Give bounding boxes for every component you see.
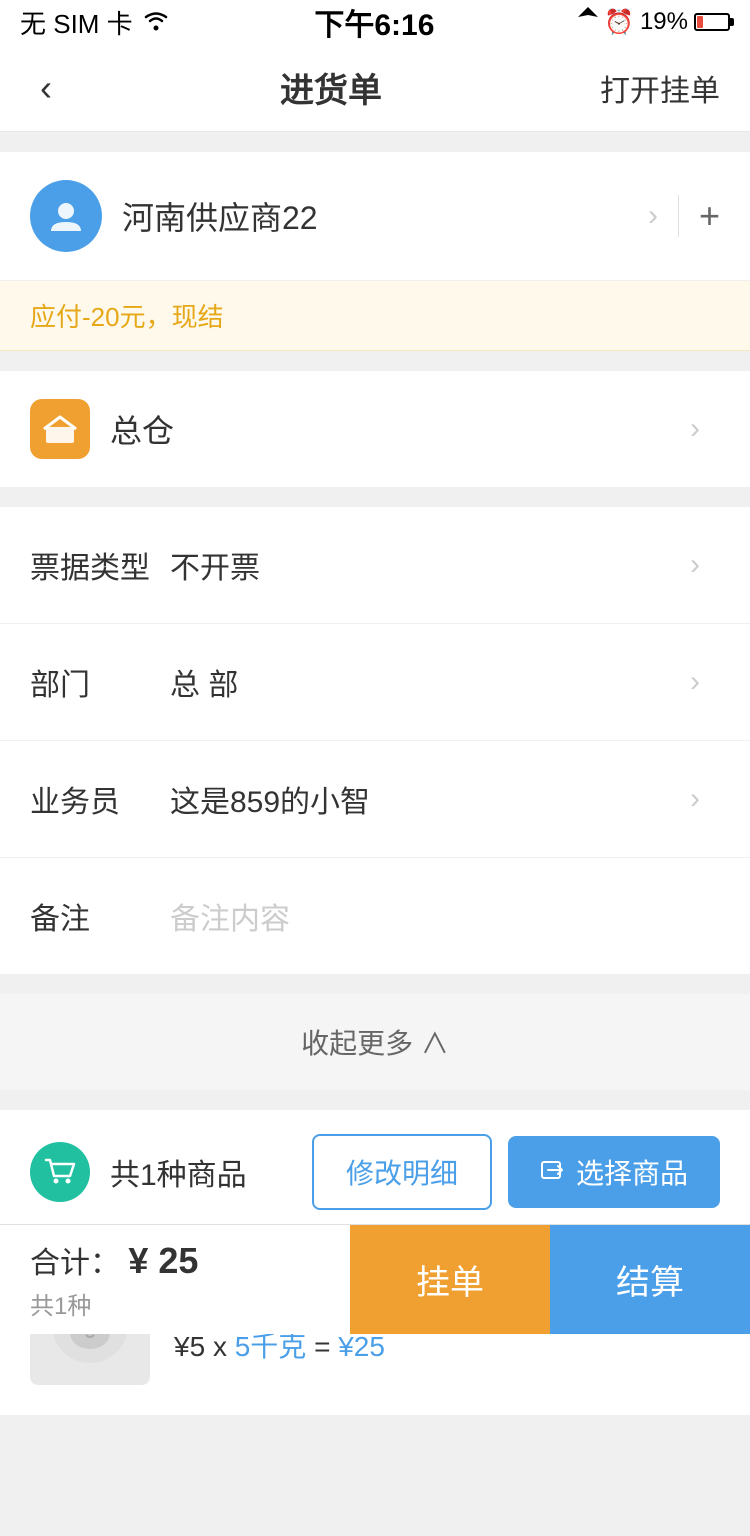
supplier-chevron-icon: › [648,199,658,233]
remark-row[interactable]: 备注 备注内容 [0,858,750,974]
invoice-type-value: 不开票 [170,543,690,587]
select-product-label: 选择商品 [576,1152,688,1192]
product-quantity: 5千克 [235,1331,307,1362]
remark-label: 备注 [30,894,170,938]
total-amount: ¥ 25 [128,1240,198,1281]
edit-detail-button[interactable]: 修改明细 [312,1134,492,1210]
supplier-notice: 应付-20元，现结 [0,281,750,351]
page-title: 进货单 [280,63,382,112]
department-chevron: › [690,665,700,699]
hang-button[interactable]: 挂单 [350,1225,550,1334]
hang-label: 挂单 [416,1255,484,1304]
product-total: ¥25 [338,1331,385,1362]
wifi-icon [141,7,171,38]
warehouse-section: 总仓 › [0,371,750,487]
warehouse-row[interactable]: 总仓 › [0,371,750,487]
status-left: 无 SIM 卡 [20,4,171,41]
supplier-name: 河南供应商22 [122,193,648,239]
location-icon [578,7,598,38]
footer-count: 共1种 [30,1286,320,1321]
product-multiply: x [213,1331,235,1362]
status-time: 下午6:16 [314,0,434,44]
salesperson-value: 这是859的小智 [170,777,690,821]
alarm-icon: ⏰ [604,8,634,37]
battery-percent: 19% [640,8,688,36]
invoice-type-label: 票据类型 [30,543,170,587]
supplier-row[interactable]: 河南供应商22 › + [0,152,750,281]
footer-total: 合计： ¥ 25 共1种 [0,1225,350,1334]
battery-icon [694,13,730,31]
total-label: 合计： [30,1247,120,1280]
supplier-avatar [30,180,102,252]
department-row[interactable]: 部门 总 部 › [0,624,750,741]
salesperson-row[interactable]: 业务员 这是859的小智 › [0,741,750,858]
back-button[interactable]: ‹ [30,57,62,119]
add-supplier-icon[interactable]: + [678,195,720,237]
warehouse-icon [30,399,90,459]
product-count: 共1种商品 [110,1150,312,1194]
footer-total-main: 合计： ¥ 25 [30,1238,320,1282]
checkout-button[interactable]: 结算 [550,1225,750,1334]
collapse-bar[interactable]: 收起更多 ∧ [0,994,750,1090]
product-cart-icon [30,1142,90,1202]
warehouse-name: 总仓 [110,406,690,452]
supplier-section: 河南供应商22 › + 应付-20元，现结 [0,152,750,351]
department-label: 部门 [30,660,170,704]
invoice-type-row[interactable]: 票据类型 不开票 › [0,507,750,624]
collapse-label: 收起更多 ∧ [301,1028,449,1059]
status-right: ⏰ 19% [578,7,730,38]
product-header: 共1种商品 修改明细 选择商品 [0,1110,750,1235]
open-pending-button[interactable]: 打开挂单 [600,66,720,110]
invoice-type-chevron: › [690,548,700,582]
checkout-label: 结算 [616,1255,684,1304]
product-unit-price: ¥5 [174,1331,205,1362]
salesperson-chevron: › [690,782,700,816]
status-bar: 无 SIM 卡 下午6:16 ⏰ 19% [0,0,750,44]
salesperson-label: 业务员 [30,777,170,821]
department-value: 总 部 [170,660,690,704]
warehouse-chevron-icon: › [690,412,700,446]
select-product-button[interactable]: 选择商品 [508,1136,720,1208]
product-equals: = [314,1331,338,1362]
carrier-text: 无 SIM 卡 [20,4,133,41]
remark-placeholder: 备注内容 [170,894,720,938]
form-section: 票据类型 不开票 › 部门 总 部 › 业务员 这是859的小智 › 备注 备注… [0,507,750,974]
nav-bar: ‹ 进货单 打开挂单 [0,44,750,132]
footer: 合计： ¥ 25 共1种 挂单 结算 [0,1224,750,1334]
